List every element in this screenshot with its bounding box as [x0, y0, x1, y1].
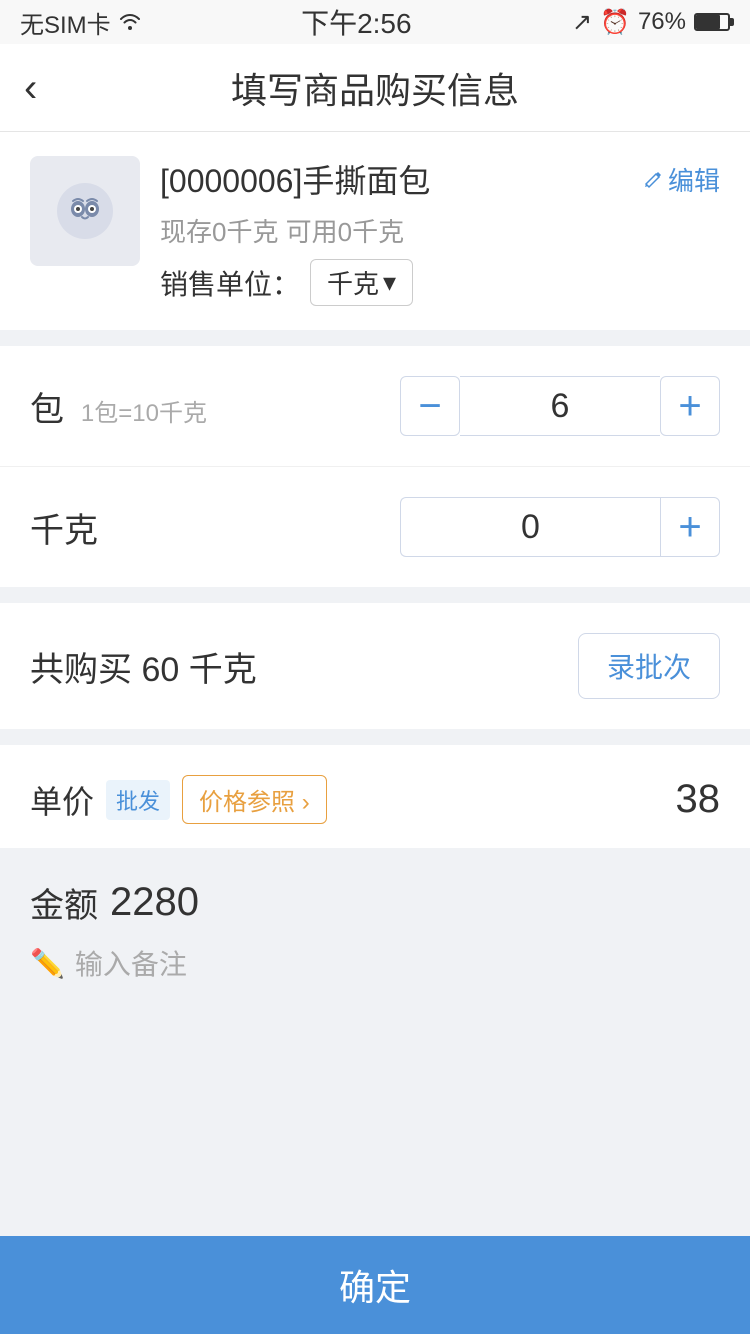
package-plus-button[interactable]: +	[660, 376, 720, 436]
package-row: 包 1包=10千克 − +	[0, 346, 750, 467]
unit-select[interactable]: 千克 ▾	[310, 259, 413, 306]
summary-row: 共购买 60 千克 录批次	[0, 603, 750, 729]
product-info: [0000006]手撕面包 编辑 现存0千克 可用0千克 销售单位： 千克 ▾	[160, 156, 720, 306]
edit-icon	[642, 168, 664, 190]
amount-row: 金额 2280	[30, 878, 720, 927]
kg-input[interactable]	[400, 497, 660, 557]
nav-bar: ‹ 填写商品购买信息	[0, 44, 750, 132]
status-bar: 无SIM卡 下午2:56 ↗ ⏰ 76%	[0, 0, 750, 44]
main-content: [0000006]手撕面包 编辑 现存0千克 可用0千克 销售单位： 千克 ▾	[0, 132, 750, 1101]
carrier-text: 无SIM卡	[20, 5, 111, 40]
price-label: 单价	[30, 777, 94, 823]
package-label-group: 包 1包=10千克	[30, 382, 207, 431]
back-button[interactable]: ‹	[24, 68, 37, 108]
kg-stepper: +	[400, 497, 720, 557]
location-icon: ↗	[572, 8, 592, 37]
product-name: [0000006]手撕面包	[160, 156, 430, 202]
status-left: 无SIM卡	[20, 5, 141, 40]
dropdown-arrow-icon: ▾	[383, 267, 396, 298]
product-card: [0000006]手撕面包 编辑 现存0千克 可用0千克 销售单位： 千克 ▾	[0, 132, 750, 330]
price-row: 单价 批发 价格参照 › 38	[30, 775, 720, 824]
batch-button[interactable]: 录批次	[578, 633, 720, 699]
price-ref-button[interactable]: 价格参照 ›	[182, 775, 327, 824]
edit-button[interactable]: 编辑	[642, 161, 720, 198]
confirm-button[interactable]: 确定	[0, 1236, 750, 1334]
wifi-icon	[119, 14, 141, 30]
price-section: 单价 批发 价格参照 › 38	[0, 745, 750, 848]
input-section: 包 1包=10千克 − + 千克 +	[0, 346, 750, 587]
price-tag: 批发	[106, 780, 170, 820]
package-sublabel: 1包=10千克	[81, 400, 207, 427]
product-stock: 现存0千克 可用0千克	[160, 212, 720, 249]
battery-icon	[694, 13, 730, 31]
alarm-icon: ⏰	[600, 8, 630, 37]
product-unit-row: 销售单位： 千克 ▾	[160, 259, 720, 306]
package-stepper: − +	[400, 376, 720, 436]
price-value: 38	[676, 777, 721, 822]
remark-row[interactable]: ✏️ 输入备注	[30, 943, 720, 1003]
page-title: 填写商品购买信息	[231, 62, 519, 114]
status-right: ↗ ⏰ 76%	[572, 8, 730, 37]
pencil-icon: ✏️	[30, 947, 65, 980]
product-image	[30, 156, 140, 266]
amount-section: 金额 2280 ✏️ 输入备注	[0, 848, 750, 1003]
product-logo	[55, 181, 115, 241]
price-label-row: 单价 批发 价格参照 ›	[30, 775, 327, 824]
bottom-spacer	[0, 1003, 750, 1101]
kg-plus-button[interactable]: +	[660, 497, 720, 557]
package-minus-button[interactable]: −	[400, 376, 460, 436]
amount-value: 2280	[110, 880, 199, 925]
edit-label: 编辑	[668, 161, 720, 198]
battery-percent: 76%	[638, 8, 686, 36]
package-label: 包	[30, 391, 64, 429]
unit-label: 销售单位：	[160, 263, 300, 303]
unit-value: 千克	[327, 264, 379, 301]
amount-label: 金额	[30, 878, 98, 927]
kg-row: 千克 +	[0, 467, 750, 587]
remark-placeholder[interactable]: 输入备注	[75, 943, 187, 983]
product-name-row: [0000006]手撕面包 编辑	[160, 156, 720, 202]
package-input[interactable]	[460, 376, 660, 436]
kg-label: 千克	[30, 503, 98, 552]
status-time: 下午2:56	[301, 2, 412, 42]
summary-text: 共购买 60 千克	[30, 642, 257, 691]
